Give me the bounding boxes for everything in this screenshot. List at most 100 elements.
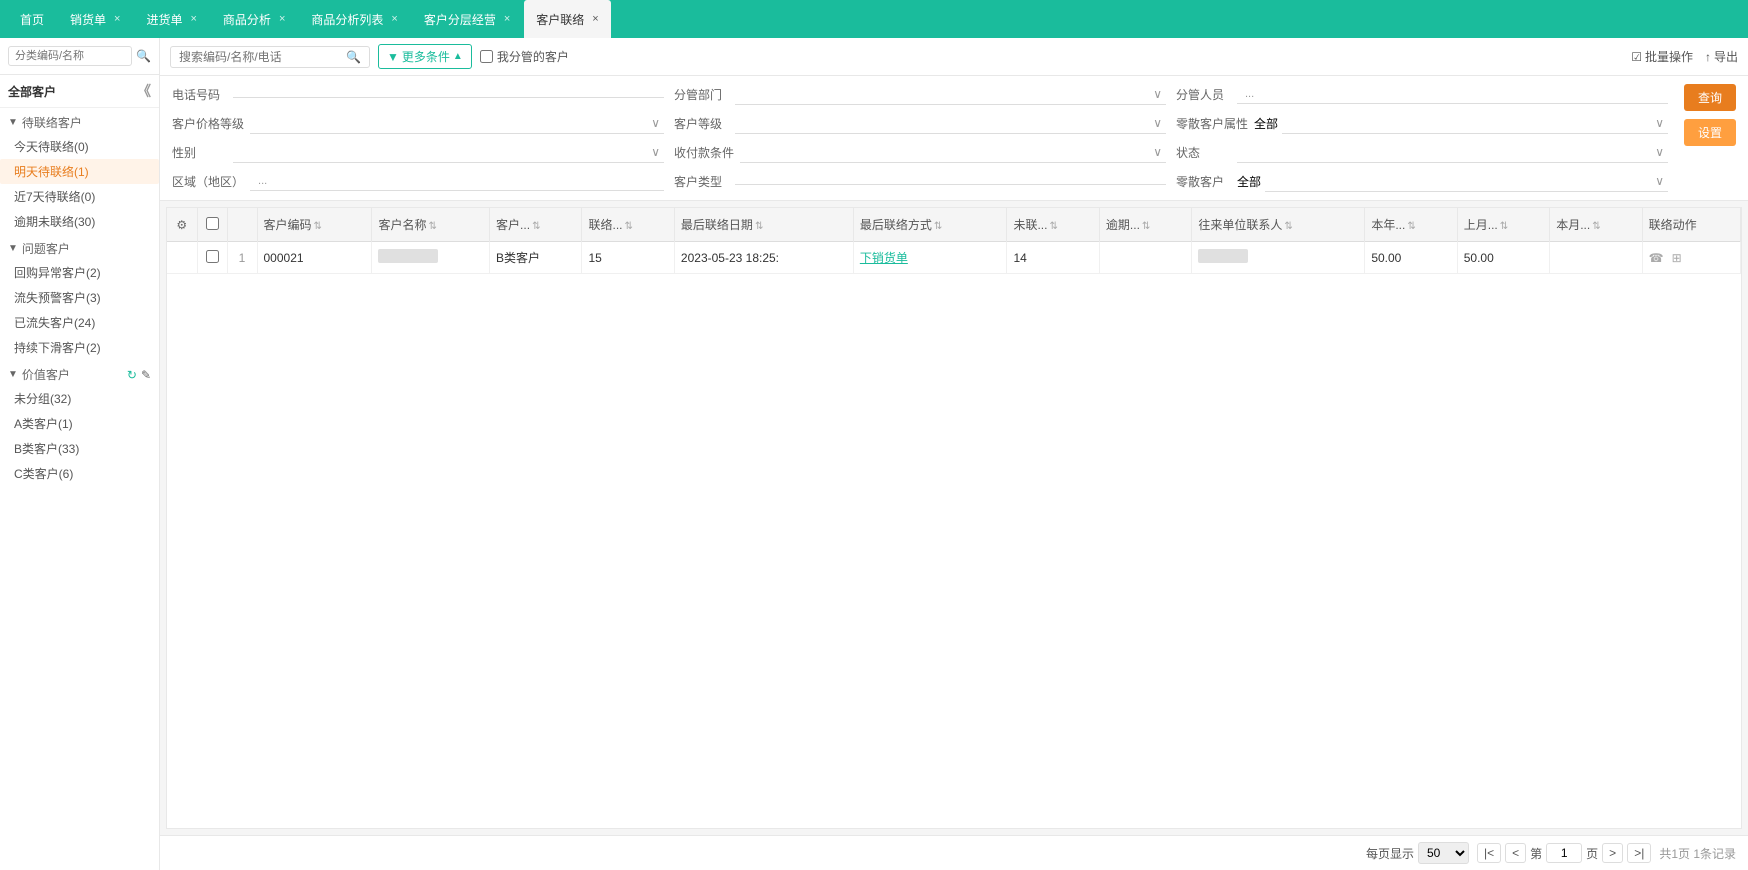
filter-retail-customer-select[interactable]: ∨ — [1265, 171, 1668, 192]
nav-product-analysis[interactable]: 商品分析 × — [211, 0, 297, 38]
sidebar-item-repurchase-abnormal[interactable]: 回购异常客户(2) — [0, 260, 159, 285]
last-date-sort-icon[interactable]: ⇅ — [755, 221, 763, 232]
next-page-btn[interactable]: > — [1602, 843, 1623, 863]
sidebar-item-b-class[interactable]: B类客户(33) — [0, 436, 159, 461]
nav-customer-tier[interactable]: 客户分层经营 × — [412, 0, 522, 38]
sidebar-item-c-class[interactable]: C类客户(6) — [0, 461, 159, 486]
contact-sort-icon[interactable]: ⇅ — [625, 221, 633, 232]
filter-retail-attr-select[interactable]: ∨ — [1282, 113, 1668, 134]
select-all-checkbox[interactable] — [206, 217, 219, 230]
nav-close-customer-tier[interactable]: × — [504, 13, 510, 25]
col-checkbox — [197, 208, 227, 242]
sidebar-item-tomorrow[interactable]: 明天待联络(1) — [0, 159, 159, 184]
row-last-month: 50.00 — [1457, 242, 1549, 274]
filter-region-select[interactable]: ... — [250, 172, 664, 191]
nav-close-purchase-order[interactable]: × — [190, 13, 196, 25]
sidebar-search-input[interactable] — [8, 46, 132, 66]
top-nav: 首页 销货单 × 进货单 × 商品分析 × 商品分析列表 × 客户分层经营 × … — [0, 0, 1748, 38]
value-group-refresh[interactable]: ↻ — [127, 368, 137, 382]
toolbar: 🔍 ▼ 更多条件 ▲ 我分管的客户 ☑ 批量操作 ↑ 导出 — [160, 38, 1748, 76]
filter-customer-type-select[interactable] — [735, 178, 1166, 185]
sidebar-item-churn-warning[interactable]: 流失预警客户(3) — [0, 285, 159, 310]
last-month-sort-icon[interactable]: ⇅ — [1500, 221, 1508, 232]
sidebar-item-overdue[interactable]: 逾期未联络(30) — [0, 209, 159, 234]
more-conditions-btn[interactable]: ▼ 更多条件 ▲ — [378, 44, 472, 69]
filter-grade-select[interactable]: ∨ — [735, 113, 1166, 134]
status-chevron-icon: ∨ — [1655, 145, 1664, 159]
search-input[interactable] — [179, 50, 342, 64]
nav-close-product-analysis-list[interactable]: × — [391, 13, 397, 25]
filter-payment: 收付款条件 ∨ — [674, 142, 1166, 163]
filter-payment-select[interactable]: ∨ — [740, 142, 1166, 163]
nav-customer-contact[interactable]: 客户联络 × — [524, 0, 610, 38]
action-grid-icon[interactable]: ⊞ — [1672, 251, 1682, 265]
filter-gender-select[interactable]: ∨ — [233, 142, 664, 163]
export-btn[interactable]: ↑ 导出 — [1705, 48, 1738, 65]
sidebar-item-today[interactable]: 今天待联络(0) — [0, 134, 159, 159]
filter-person-select[interactable]: ... — [1237, 85, 1668, 104]
nav-close-product-analysis[interactable]: × — [279, 13, 285, 25]
batch-op-btn[interactable]: ☑ 批量操作 — [1631, 48, 1693, 65]
last-page-btn[interactable]: >| — [1627, 843, 1651, 863]
nav-purchase-order[interactable]: 进货单 × — [134, 0, 208, 38]
company-contact-sort-icon[interactable]: ⇅ — [1284, 221, 1292, 232]
row-last-method[interactable]: 下销货单 — [853, 242, 1007, 274]
person-more-icon[interactable]: ... — [1245, 88, 1254, 100]
query-btn[interactable]: 查询 — [1684, 84, 1736, 111]
filter-icon: ▼ — [387, 50, 399, 64]
row-num: 1 — [227, 242, 257, 274]
filter-gender: 性别 ∨ — [172, 142, 664, 163]
this-year-sort-icon[interactable]: ⇅ — [1407, 221, 1415, 232]
first-page-btn[interactable]: |< — [1477, 843, 1501, 863]
nav-close-customer-contact[interactable]: × — [592, 13, 598, 25]
sidebar-all-customers[interactable]: 全部客户 《 — [0, 75, 159, 108]
filter-row-2: 客户价格等级 ∨ 客户等级 ∨ 零散客户属性 — [172, 113, 1668, 134]
nav-product-analysis-list[interactable]: 商品分析列表 × — [299, 0, 409, 38]
last-method-sort-icon[interactable]: ⇅ — [934, 221, 942, 232]
region-more-icon[interactable]: ... — [258, 175, 267, 187]
content-area: 🔍 ▼ 更多条件 ▲ 我分管的客户 ☑ 批量操作 ↑ 导出 — [160, 38, 1748, 870]
footer: 每页显示 50 100 200 |< < 第 页 > >| 共1页 1条记录 — [160, 835, 1748, 870]
col-settings[interactable]: ⚙ — [167, 208, 197, 242]
col-last-month: 上月...⇅ — [1457, 208, 1549, 242]
overdue-sort-icon[interactable]: ⇅ — [1142, 221, 1150, 232]
filter-status-select[interactable]: ∨ — [1237, 142, 1668, 163]
sidebar-search-area: 🔍 — [0, 38, 159, 75]
filter-dept-select[interactable]: ∨ — [735, 84, 1166, 105]
sidebar-item-7days[interactable]: 近7天待联络(0) — [0, 184, 159, 209]
row-name — [372, 242, 490, 274]
action-phone-icon[interactable]: ☎ — [1649, 251, 1664, 265]
sidebar-problem-group: ▼ 问题客户 — [0, 234, 159, 260]
nav-home[interactable]: 首页 — [8, 0, 56, 38]
prev-page-btn[interactable]: < — [1505, 843, 1526, 863]
nav-close-sales-order[interactable]: × — [114, 13, 120, 25]
this-month-sort-icon[interactable]: ⇅ — [1592, 221, 1600, 232]
name-sort-icon[interactable]: ⇅ — [429, 221, 437, 232]
type-sort-icon[interactable]: ⇅ — [532, 221, 540, 232]
col-name: 客户名称⇅ — [372, 208, 490, 242]
page-size-select[interactable]: 50 100 200 — [1418, 842, 1469, 864]
sidebar-item-churned[interactable]: 已流失客户(24) — [0, 310, 159, 335]
sidebar-item-a-class[interactable]: A类客户(1) — [0, 411, 159, 436]
sidebar-item-ungrouped[interactable]: 未分组(32) — [0, 386, 159, 411]
uncontacted-sort-icon[interactable]: ⇅ — [1049, 221, 1057, 232]
my-customers-checkbox[interactable] — [480, 50, 493, 63]
row-settings — [167, 242, 197, 274]
my-customers-checkbox-label[interactable]: 我分管的客户 — [480, 48, 569, 65]
sidebar-search-icon[interactable]: 🔍 — [136, 49, 151, 63]
page-number-input[interactable] — [1546, 843, 1582, 863]
filter-retail-attr: 零散客户属性 全部 ∨ — [1176, 113, 1668, 134]
filter-value-grade-select[interactable]: ∨ — [250, 113, 664, 134]
col-overdue: 逾期...⇅ — [1099, 208, 1191, 242]
filter-phone-input[interactable] — [233, 91, 664, 98]
search-icon[interactable]: 🔍 — [346, 50, 361, 64]
row-overdue — [1099, 242, 1191, 274]
sidebar-item-declining[interactable]: 持续下滑客户(2) — [0, 335, 159, 360]
settings-btn[interactable]: 设置 — [1684, 119, 1736, 146]
value-group-edit[interactable]: ✎ — [141, 368, 151, 382]
code-sort-icon[interactable]: ⇅ — [314, 221, 322, 232]
row-checkbox[interactable] — [206, 250, 219, 263]
filter-btn-group: 查询 设置 — [1684, 84, 1736, 192]
row-company-contact — [1192, 242, 1365, 274]
nav-sales-order[interactable]: 销货单 × — [58, 0, 132, 38]
